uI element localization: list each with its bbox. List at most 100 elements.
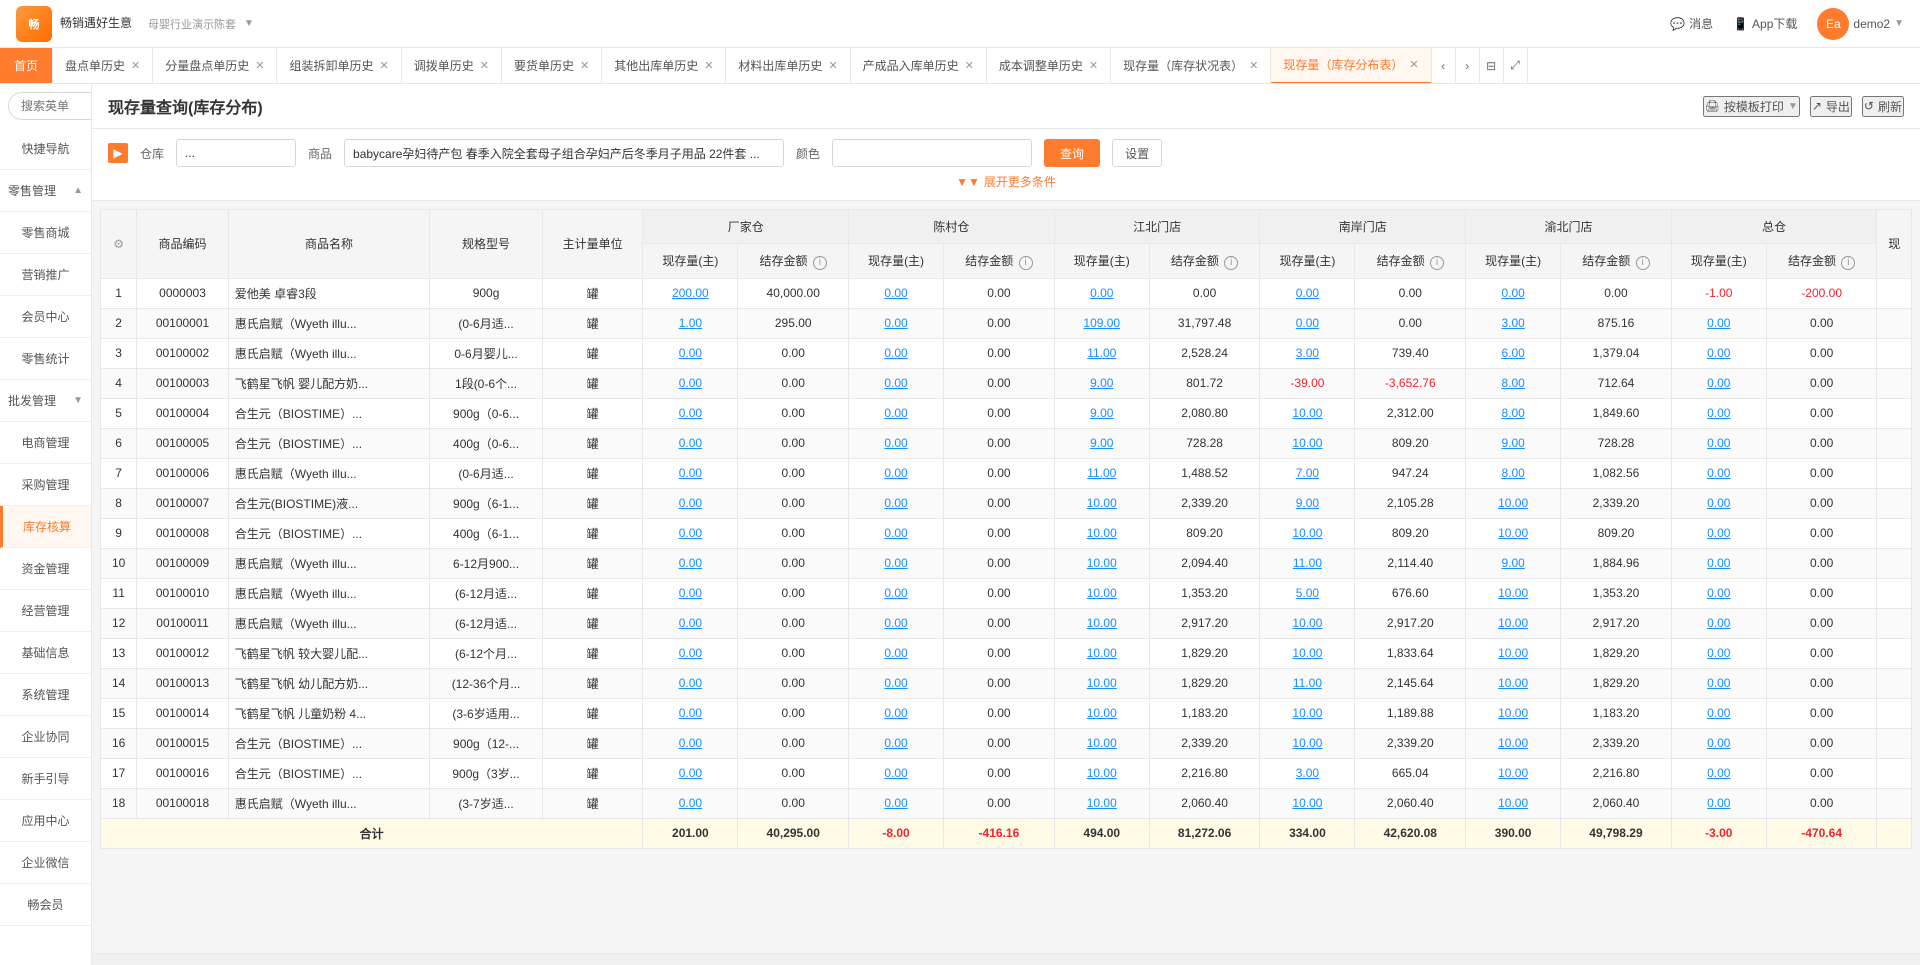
user-area[interactable]: Ea demo2 ▼: [1817, 8, 1904, 40]
tab-status-close[interactable]: ✕: [1249, 59, 1258, 72]
message-icon: 💬: [1670, 17, 1685, 31]
settings-btn[interactable]: 设置: [1112, 139, 1162, 167]
yb-amt-info[interactable]: i: [1636, 256, 1650, 270]
sidebar-item-enterprise[interactable]: 企业协同: [0, 716, 91, 758]
sidebar-item-enterprise-wx[interactable]: 企业微信: [0, 842, 91, 884]
tab-nav-menu[interactable]: ⊟: [1480, 48, 1504, 84]
row-zc-qty: 0.00: [1671, 458, 1766, 488]
tab-cost-adjust[interactable]: 成本调整单历史 ✕: [987, 48, 1111, 84]
tab-product-in-close[interactable]: ✕: [965, 59, 974, 72]
col-nanan-header: 南岸门店: [1260, 210, 1466, 244]
sidebar-item-system[interactable]: 系统管理: [0, 674, 91, 716]
row-jb-qty: 9.00: [1054, 398, 1149, 428]
tab-other-out[interactable]: 其他出库单历史 ✕: [602, 48, 726, 84]
sidebar-item-purchase[interactable]: 采购管理: [0, 464, 91, 506]
sidebar-item-quick-nav[interactable]: 快捷导航: [0, 128, 91, 170]
tab-stock-status[interactable]: 现存量（库存状况表） ✕: [1111, 48, 1271, 84]
row-zc-qty: 0.00: [1671, 308, 1766, 338]
row-f-amt: 0.00: [738, 638, 849, 668]
row-cur: [1877, 338, 1912, 368]
row-spec: 900g（3岁...: [430, 758, 543, 788]
row-zc-qty: 0.00: [1671, 728, 1766, 758]
page-header: 现存量查询(库存分布) 🖨 按模板打印 ▼ ↗ 导出 ↺ 刷新: [92, 84, 1920, 129]
expand-toggle-btn[interactable]: ▼▼ 展开更多条件: [956, 173, 1056, 190]
row-cj-amt: 0.00: [944, 488, 1055, 518]
search-input[interactable]: [8, 92, 92, 120]
sidebar-item-basic-info[interactable]: 基础信息: [0, 632, 91, 674]
tab-product-in[interactable]: 产成品入库单历史 ✕: [851, 48, 987, 84]
sidebar-item-member[interactable]: 会员中心: [0, 296, 91, 338]
app-download-btn[interactable]: 📱 App下载: [1733, 15, 1797, 32]
color-input[interactable]: [832, 139, 1032, 167]
filter-toggle-btn[interactable]: ▶: [108, 143, 128, 163]
row-unit: 罐: [542, 398, 643, 428]
sidebar-item-retail-stats[interactable]: 零售统计: [0, 338, 91, 380]
sidebar-item-ecommerce[interactable]: 电商管理: [0, 422, 91, 464]
factory-amt-info[interactable]: i: [813, 256, 827, 270]
settings-icon[interactable]: ⚙: [113, 237, 124, 251]
tab-home[interactable]: 首页: [0, 48, 53, 84]
print-btn[interactable]: 🖨 按模板打印 ▼: [1703, 96, 1800, 117]
tab-transfer-close[interactable]: ✕: [480, 59, 489, 72]
row-na-amt: 809.20: [1355, 518, 1466, 548]
table-container[interactable]: ⚙ 商品编码 商品名称 规格型号 主计量单位 厂家仓 陈村仓 江北门店 南岸门店…: [92, 201, 1920, 953]
sidebar-item-retail-mgmt[interactable]: 零售管理 ▲: [0, 170, 91, 212]
tab-stock-dist[interactable]: 现存量（库存分布表） ✕: [1271, 48, 1431, 84]
col-settings[interactable]: ⚙: [101, 210, 137, 279]
sidebar-item-app-center[interactable]: 应用中心: [0, 800, 91, 842]
tab-dist-close[interactable]: ✕: [1409, 58, 1418, 71]
zc-amt-info[interactable]: i: [1841, 256, 1855, 270]
industry-dropdown-arrow[interactable]: ▼: [244, 18, 254, 29]
tab-stocktake-close[interactable]: ✕: [131, 59, 140, 72]
row-cj-qty: 0.00: [849, 488, 944, 518]
table-row: 7 00100006 惠氏启赋（Wyeth illu... (0-6月适... …: [101, 458, 1912, 488]
sidebar-item-marketing[interactable]: 营销推广: [0, 254, 91, 296]
tab-material-close[interactable]: ✕: [828, 59, 837, 72]
tab-transfer[interactable]: 调拨单历史 ✕: [402, 48, 502, 84]
cj-amt-info[interactable]: i: [1019, 256, 1033, 270]
tab-assembly[interactable]: 组装拆卸单历史 ✕: [277, 48, 401, 84]
tab-partial[interactable]: 分量盘点单历史 ✕: [153, 48, 277, 84]
jb-amt-info[interactable]: i: [1224, 256, 1238, 270]
table-row: 6 00100005 合生元（BIOSTIME）... 400g（0-6... …: [101, 428, 1912, 458]
row-cj-amt: 0.00: [944, 458, 1055, 488]
sidebar-item-inventory[interactable]: 库存核算: [0, 506, 91, 548]
row-f-amt: 0.00: [738, 668, 849, 698]
tab-nav-expand[interactable]: ⤢: [1504, 48, 1528, 84]
sidebar-item-wholesale[interactable]: 批发管理 ▼: [0, 380, 91, 422]
tab-purchase[interactable]: 要货单历史 ✕: [502, 48, 602, 84]
export-btn[interactable]: ↗ 导出: [1810, 96, 1852, 117]
tab-stocktake[interactable]: 盘点单历史 ✕: [53, 48, 153, 84]
tab-partial-close[interactable]: ✕: [255, 59, 264, 72]
row-cj-amt: 0.00: [944, 788, 1055, 818]
tab-purchase-close[interactable]: ✕: [580, 59, 589, 72]
product-input[interactable]: [344, 139, 784, 167]
row-spec: (3-7岁适...: [430, 788, 543, 818]
row-unit: 罐: [542, 788, 643, 818]
na-amt-info[interactable]: i: [1430, 256, 1444, 270]
sidebar-item-operations[interactable]: 经营管理: [0, 590, 91, 632]
warehouse-input[interactable]: [176, 139, 296, 167]
message-btn[interactable]: 💬 消息: [1670, 15, 1713, 32]
row-spec: (6-12月适...: [430, 608, 543, 638]
sum-jb-qty: 494.00: [1054, 818, 1149, 848]
sidebar-item-member2[interactable]: 畅会员: [0, 884, 91, 926]
row-name: 惠氏启赋（Wyeth illu...: [228, 458, 430, 488]
row-yb-amt: 875.16: [1561, 308, 1672, 338]
tab-cost-close[interactable]: ✕: [1089, 59, 1098, 72]
sidebar-item-finance[interactable]: 资金管理: [0, 548, 91, 590]
sidebar-item-retail-mall[interactable]: 零售商城: [0, 212, 91, 254]
sum-jb-amt: 81,272.06: [1149, 818, 1260, 848]
row-zc-qty: 0.00: [1671, 398, 1766, 428]
tab-assembly-close[interactable]: ✕: [380, 59, 389, 72]
tab-material-out[interactable]: 材料出库单历史 ✕: [726, 48, 850, 84]
tab-nav-prev[interactable]: ‹: [1432, 48, 1456, 84]
refresh-btn[interactable]: ↺ 刷新: [1862, 96, 1904, 117]
row-f-amt: 0.00: [738, 698, 849, 728]
scroll-bar[interactable]: [92, 953, 1920, 965]
search-btn[interactable]: 查询: [1044, 139, 1100, 167]
sidebar-item-guide[interactable]: 新手引导: [0, 758, 91, 800]
tab-nav-next[interactable]: ›: [1456, 48, 1480, 84]
row-cj-amt: 0.00: [944, 728, 1055, 758]
tab-other-out-close[interactable]: ✕: [704, 59, 713, 72]
